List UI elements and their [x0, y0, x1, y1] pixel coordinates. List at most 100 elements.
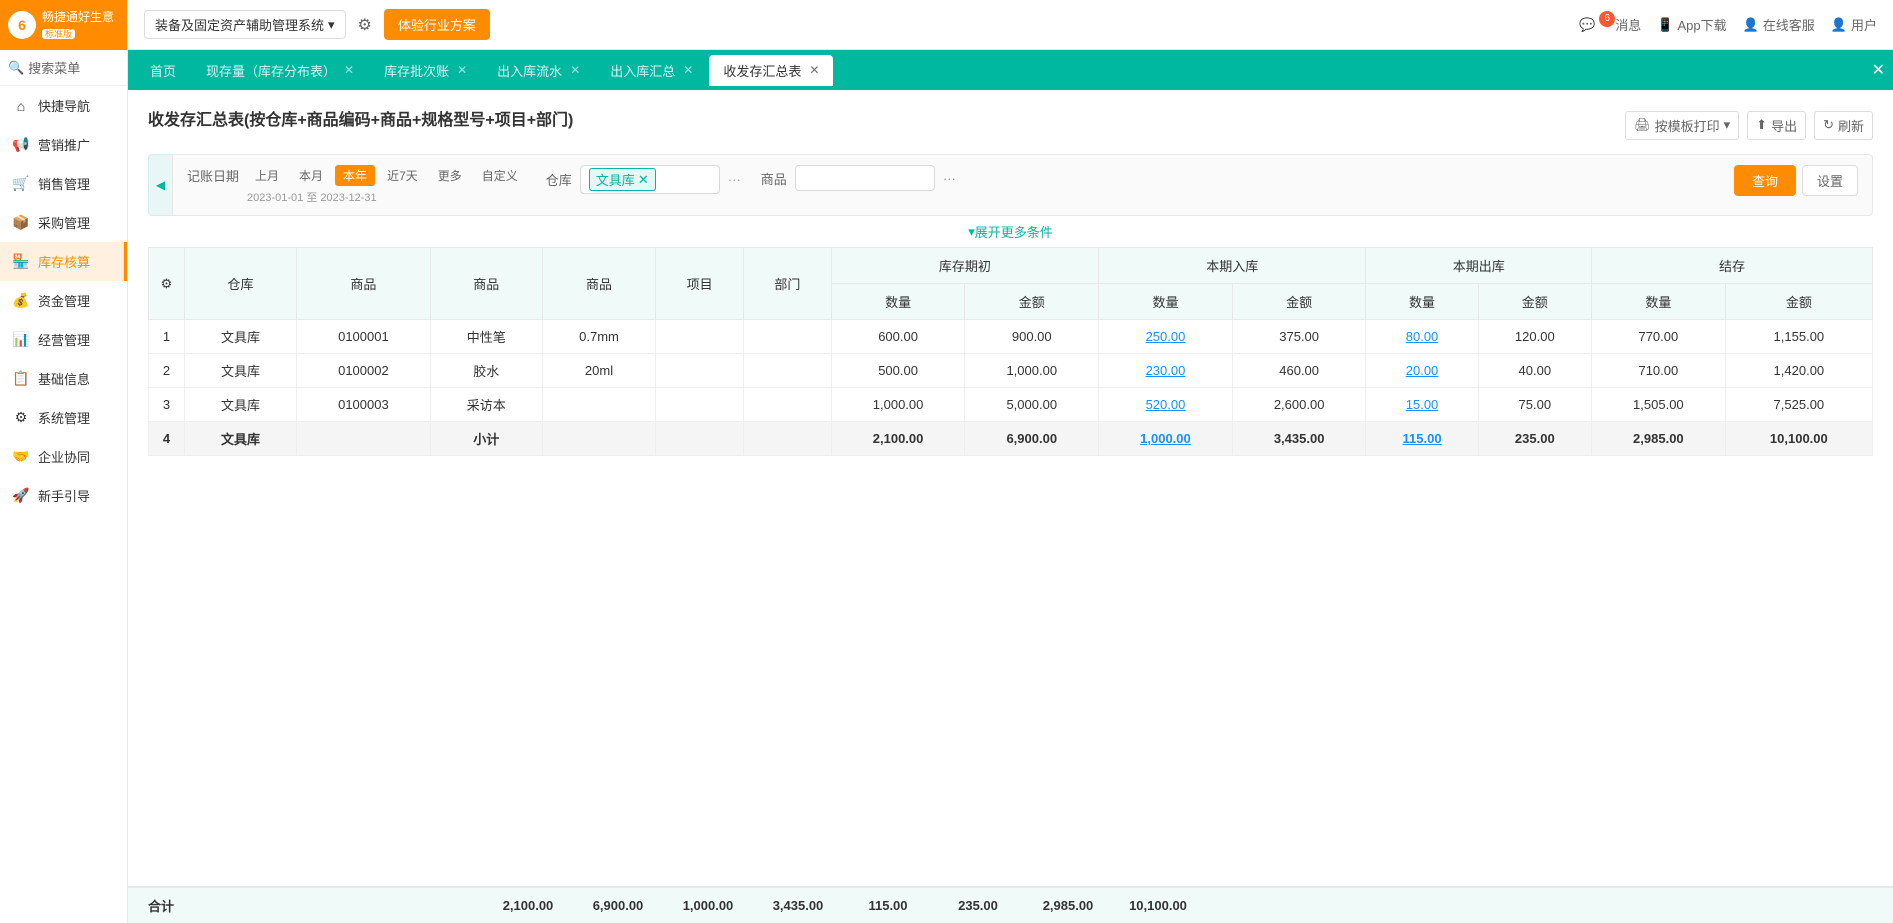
row-in-amt: 460.00: [1232, 354, 1366, 388]
goods-input[interactable]: [795, 165, 935, 191]
open-qty-header: 数量: [831, 284, 965, 320]
sidebar-item-system[interactable]: ⚙ 系统管理: [0, 398, 127, 437]
search-button[interactable]: 查询: [1734, 165, 1796, 196]
footer-label: 合计: [148, 896, 478, 915]
row-name: 小计: [430, 422, 542, 456]
tab-recv-send-summary[interactable]: 收发存汇总表 ✕: [709, 55, 833, 86]
date-tab-custom[interactable]: 自定义: [474, 165, 526, 186]
trial-button[interactable]: 体验行业方案: [384, 9, 490, 40]
filter-settings-button[interactable]: 设置: [1802, 165, 1858, 196]
warehouse-tag: 文具库 ✕: [589, 168, 656, 191]
tab-inventory-dist[interactable]: 现存量（库存分布表） ✕: [192, 55, 368, 86]
purchase-icon: 📦: [12, 214, 30, 232]
date-tab-this-year[interactable]: 本年: [335, 165, 375, 186]
sidebar-item-collab[interactable]: 🤝 企业协同: [0, 437, 127, 476]
dept-col-header: 部门: [743, 248, 831, 320]
row-spec: 0.7mm: [542, 320, 655, 354]
system-select[interactable]: 装备及固定资产辅助管理系统 ▾: [144, 10, 346, 39]
refresh-icon: ↻: [1823, 117, 1834, 133]
search-icon: 🔍: [8, 60, 24, 76]
settings-icon[interactable]: ⚙: [358, 15, 372, 35]
sidebar-item-sales[interactable]: 🛒 销售管理: [0, 164, 127, 203]
basic-icon: 📋: [12, 370, 30, 388]
sidebar-item-basic[interactable]: 📋 基础信息: [0, 359, 127, 398]
open-amt-header: 金额: [965, 284, 1099, 320]
row-in-qty[interactable]: 520.00: [1099, 388, 1233, 422]
tab-batch[interactable]: 库存批次账 ✕: [370, 55, 481, 86]
sidebar: 6 畅捷通好生意 标准版 🔍 搜索菜单 ⌂ 快捷导航 📢 营销推广 🛒 销售管理…: [0, 0, 128, 923]
row-out-qty[interactable]: 80.00: [1366, 320, 1478, 354]
settings-col-header[interactable]: ⚙: [149, 248, 185, 320]
row-in-qty[interactable]: 230.00: [1099, 354, 1233, 388]
page-header: 收发存汇总表(按仓库+商品编码+商品+规格型号+项目+部门) 🖨 按模板打印 ▾…: [128, 90, 1893, 144]
date-tab-7days[interactable]: 近7天: [379, 165, 426, 186]
warehouse-label: 仓库: [546, 170, 572, 189]
tabbar-close-icon[interactable]: ✕: [1872, 60, 1885, 80]
sidebar-item-newbie[interactable]: 🚀 新手引导: [0, 476, 127, 515]
table-row: 3文具库0100003采访本1,000.005,000.00520.002,60…: [149, 388, 1873, 422]
tab-close-icon[interactable]: ✕: [570, 63, 580, 77]
tab-close-icon[interactable]: ✕: [683, 63, 693, 77]
collab-icon: 🤝: [12, 448, 30, 466]
row-out-qty[interactable]: 15.00: [1366, 388, 1478, 422]
goods-dots[interactable]: ···: [943, 171, 956, 186]
sidebar-item-purchase[interactable]: 📦 采购管理: [0, 203, 127, 242]
row-code: [297, 422, 431, 456]
user-label: 用户: [1851, 15, 1877, 34]
inventory-icon: 🏪: [12, 253, 30, 271]
user-item[interactable]: 👤 用户: [1831, 15, 1877, 34]
row-name: 中性笔: [430, 320, 542, 354]
sidebar-item-marketing[interactable]: 📢 营销推广: [0, 125, 127, 164]
footer-open-qty: 2,100.00: [488, 898, 568, 913]
tab-close-icon[interactable]: ✕: [344, 63, 354, 77]
message-item[interactable]: 💬 6 消息: [1579, 15, 1641, 34]
in-amt-header: 金额: [1232, 284, 1366, 320]
quick-icon: ⌂: [12, 97, 30, 115]
export-icon: ⬆: [1756, 117, 1767, 133]
row-dept: [743, 422, 831, 456]
tab-in-out-summary[interactable]: 出入库汇总 ✕: [596, 55, 707, 86]
date-tab-this-month[interactable]: 本月: [291, 165, 331, 186]
row-bal-amt: 7,525.00: [1725, 388, 1872, 422]
sidebar-item-quick[interactable]: ⌂ 快捷导航: [0, 86, 127, 125]
tab-close-icon[interactable]: ✕: [809, 63, 819, 77]
row-project: [656, 320, 744, 354]
row-seq: 1: [149, 320, 185, 354]
expand-filter-button[interactable]: ▾ 展开更多条件: [128, 216, 1893, 247]
sidebar-item-label: 企业协同: [38, 447, 90, 466]
row-in-qty[interactable]: 250.00: [1099, 320, 1233, 354]
operations-icon: 📊: [12, 331, 30, 349]
row-out-qty[interactable]: 115.00: [1366, 422, 1478, 456]
sidebar-item-label: 经营管理: [38, 330, 90, 349]
app-label: App下载: [1677, 15, 1726, 34]
export-label: 导出: [1771, 116, 1797, 135]
row-out-qty[interactable]: 20.00: [1366, 354, 1478, 388]
warehouse-dots[interactable]: ···: [728, 172, 741, 187]
date-tab-more[interactable]: 更多: [430, 165, 470, 186]
date-tab-last-month[interactable]: 上月: [247, 165, 287, 186]
tag-close-icon[interactable]: ✕: [638, 172, 649, 188]
sidebar-item-finance[interactable]: 💰 资金管理: [0, 281, 127, 320]
tab-close-icon[interactable]: ✕: [457, 63, 467, 77]
row-out-amt: 235.00: [1478, 422, 1591, 456]
sidebar-item-inventory[interactable]: 🏪 库存核算: [0, 242, 127, 281]
sidebar-item-operations[interactable]: 📊 经营管理: [0, 320, 127, 359]
export-button[interactable]: ⬆ 导出: [1747, 111, 1806, 140]
expand-label: 展开更多条件: [975, 222, 1053, 241]
filter-toggle[interactable]: ◀: [148, 154, 172, 216]
row-open-qty: 1,000.00: [831, 388, 965, 422]
row-in-qty[interactable]: 1,000.00: [1099, 422, 1233, 456]
sidebar-item-label: 销售管理: [38, 174, 90, 193]
row-project: [656, 354, 744, 388]
tab-in-out-flow[interactable]: 出入库流水 ✕: [483, 55, 594, 86]
print-button[interactable]: 🖨 按模板打印 ▾: [1625, 111, 1739, 140]
service-item[interactable]: 👤 在线客服: [1743, 15, 1815, 34]
message-badge: 6: [1599, 11, 1615, 27]
footer-bal-qty: 2,985.00: [1028, 898, 1108, 913]
message-icon: 💬: [1579, 17, 1595, 33]
refresh-button[interactable]: ↻ 刷新: [1814, 111, 1873, 140]
sidebar-search[interactable]: 🔍 搜索菜单: [0, 50, 127, 86]
tab-home[interactable]: 首页: [136, 55, 190, 86]
app-download-item[interactable]: 📱 App下载: [1657, 15, 1726, 34]
warehouse-input[interactable]: 文具库 ✕: [580, 165, 720, 194]
